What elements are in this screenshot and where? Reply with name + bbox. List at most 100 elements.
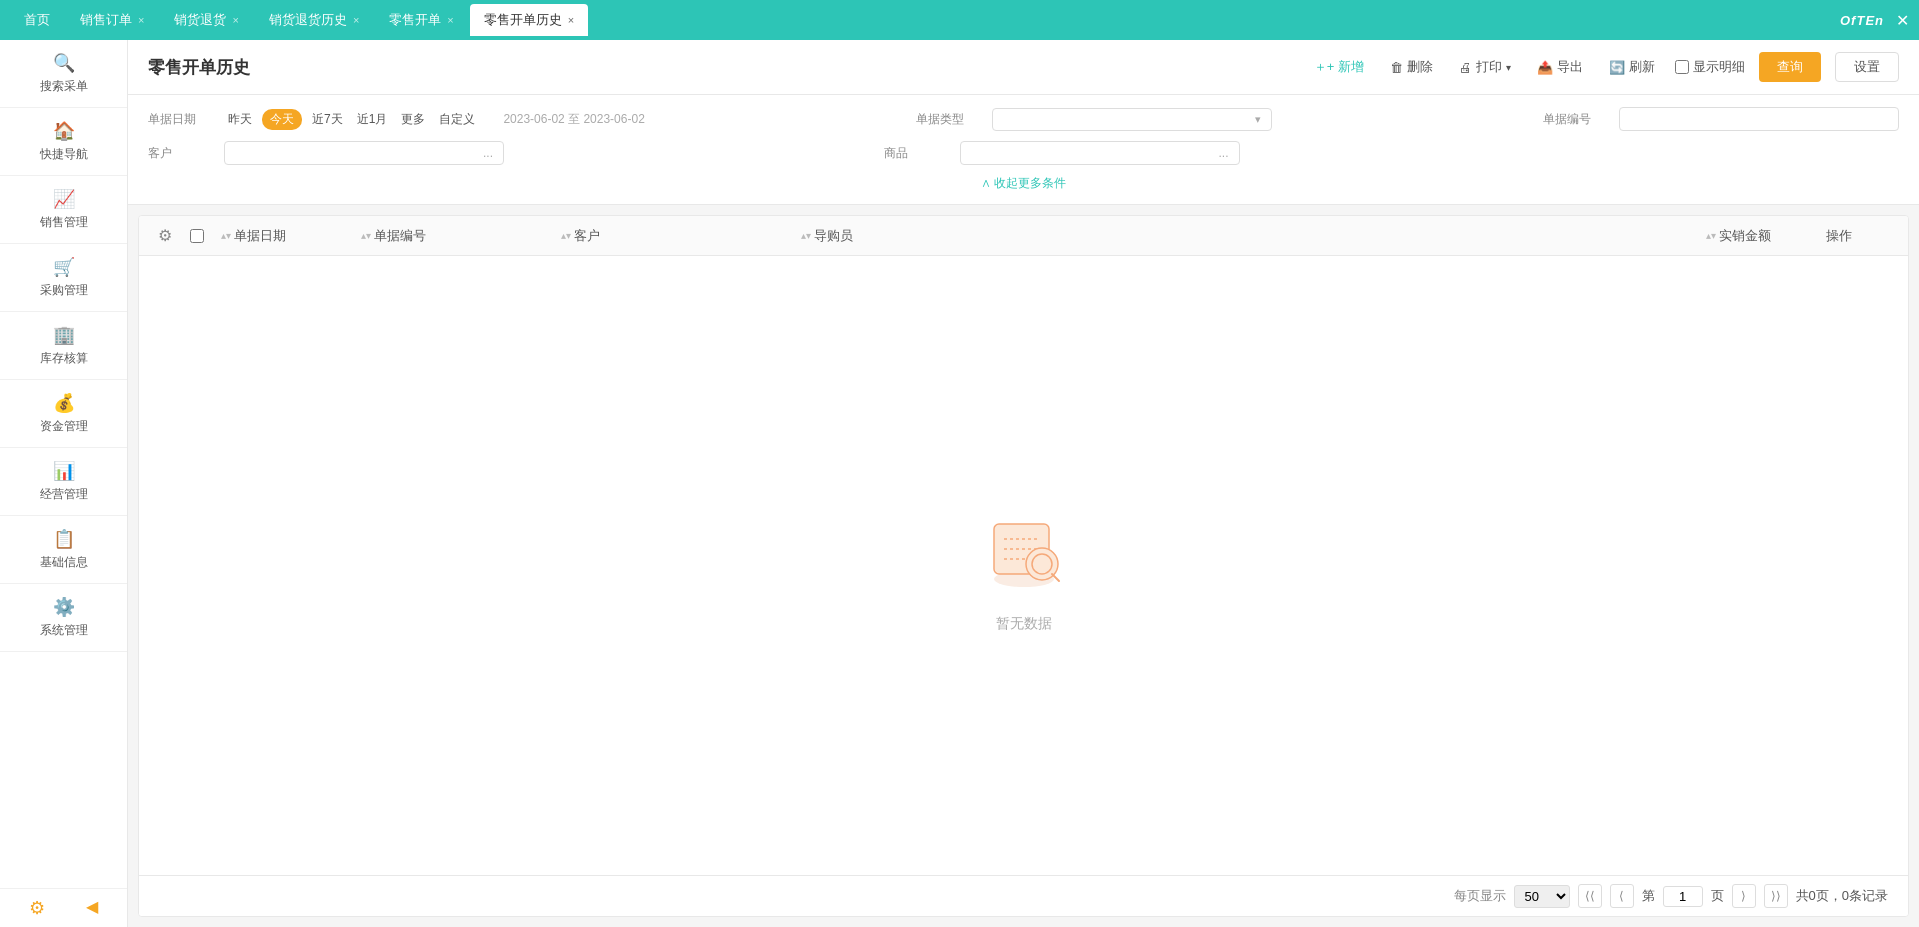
sidebar-label-finance: 资金管理 — [40, 418, 88, 435]
type-select-arrow: ▾ — [1255, 113, 1261, 126]
tab-label-sales-order: 销售订单 — [80, 11, 132, 29]
th-amount: ▴▾ 实销金额 — [1698, 227, 1818, 245]
tab-bar: 首页销售订单 × 销货退货 × 销货退货历史 × 零售开单 × 零售开单历史 × — [10, 4, 1840, 36]
date-shortcut-近1月[interactable]: 近1月 — [353, 109, 392, 130]
settings-icon[interactable]: ⚙ — [29, 897, 45, 919]
sidebar-item-nav[interactable]: 🏠快捷导航 — [0, 108, 127, 176]
page-header: 零售开单历史 ＋ + 新增 🗑 删除 🖨 打印 ▾ 📤 导出 — [128, 40, 1919, 95]
export-button[interactable]: 📤 导出 — [1531, 54, 1589, 80]
sidebar-label-sales: 销售管理 — [40, 214, 88, 231]
tab-close-sales-return[interactable]: × — [232, 14, 238, 26]
date-shortcut-今天[interactable]: 今天 — [262, 109, 302, 130]
goods-select[interactable]: ... — [960, 141, 1240, 165]
goods-ellipsis: ... — [1218, 146, 1228, 160]
sidebar-item-basic[interactable]: 📋基础信息 — [0, 516, 127, 584]
column-settings-icon[interactable]: ⚙ — [149, 226, 181, 245]
sort-arrows-guide[interactable]: ▴▾ — [801, 231, 811, 240]
th-amount-label: 实销金额 — [1719, 227, 1771, 245]
sidebar-item-system[interactable]: ⚙️系统管理 — [0, 584, 127, 652]
query-button[interactable]: 查询 — [1759, 52, 1821, 82]
tab-label-sales-return-history: 销货退货历史 — [269, 11, 347, 29]
sidebar-icon-inventory: 🏢 — [53, 324, 75, 346]
page-label-2: 页 — [1711, 887, 1724, 905]
sidebar-label-purchase: 采购管理 — [40, 282, 88, 299]
top-bar: 首页销售订单 × 销货退货 × 销货退货历史 × 零售开单 × 零售开单历史 × OfTEn ✕ — [0, 0, 1919, 40]
tab-sales-return[interactable]: 销货退货 × — [160, 4, 252, 36]
sidebar-icon-operations: 📊 — [53, 460, 75, 482]
type-label: 单据类型 — [916, 111, 972, 128]
sidebar-item-inventory[interactable]: 🏢库存核算 — [0, 312, 127, 380]
per-page-label: 每页显示 — [1454, 887, 1506, 905]
per-page-select[interactable]: 50 20 100 — [1514, 885, 1570, 908]
customer-label: 客户 — [148, 145, 204, 162]
print-button[interactable]: 🖨 打印 ▾ — [1453, 54, 1517, 80]
sidebar: 🔍搜索采单🏠快捷导航📈销售管理🛒采购管理🏢库存核算💰资金管理📊经营管理📋基础信息… — [0, 40, 128, 927]
select-all-checkbox[interactable] — [190, 229, 204, 243]
content-area: 零售开单历史 ＋ + 新增 🗑 删除 🖨 打印 ▾ 📤 导出 — [128, 40, 1919, 927]
sort-arrows-no[interactable]: ▴▾ — [361, 231, 371, 240]
th-no-label: 单据编号 — [374, 227, 426, 245]
date-shortcut-近7天[interactable]: 近7天 — [308, 109, 347, 130]
tab-label-retail-open: 零售开单 — [389, 11, 441, 29]
show-detail-checkbox[interactable] — [1675, 60, 1689, 74]
tab-label-sales-return: 销货退货 — [174, 11, 226, 29]
setting-button[interactable]: 设置 — [1835, 52, 1899, 82]
add-button[interactable]: ＋ + 新增 — [1308, 54, 1370, 80]
date-shortcut-昨天[interactable]: 昨天 — [224, 109, 256, 130]
date-shortcut-更多[interactable]: 更多 — [397, 109, 429, 130]
collapse-bar[interactable]: ∧ 收起更多条件 — [148, 175, 1899, 192]
sort-arrows-date[interactable]: ▴▾ — [221, 231, 231, 240]
tab-sales-return-history[interactable]: 销货退货历史 × — [255, 4, 373, 36]
sidebar-item-finance[interactable]: 💰资金管理 — [0, 380, 127, 448]
next-page-btn[interactable]: ⟩ — [1732, 884, 1756, 908]
main-layout: 🔍搜索采单🏠快捷导航📈销售管理🛒采购管理🏢库存核算💰资金管理📊经营管理📋基础信息… — [0, 40, 1919, 927]
sidebar-label-search: 搜索采单 — [40, 78, 88, 95]
sidebar-icon-system: ⚙️ — [53, 596, 75, 618]
collapse-icon[interactable]: ◀ — [86, 897, 98, 919]
customer-ellipsis: ... — [483, 146, 493, 160]
total-text: 共0页，0条记录 — [1796, 887, 1888, 905]
customer-select[interactable]: ... — [224, 141, 504, 165]
page-label: 第 — [1642, 887, 1655, 905]
tab-close-retail-open-history[interactable]: × — [568, 14, 574, 26]
pagination: 每页显示 50 20 100 ⟨⟨ ⟨ 第 页 ⟩ ⟩⟩ 共0页，0条记录 — [139, 875, 1908, 916]
refresh-button[interactable]: 🔄 刷新 — [1603, 54, 1661, 80]
filter-row-1: 单据日期 昨天今天近7天近1月更多自定义 2023-06-02 至 2023-0… — [148, 107, 1899, 131]
sidebar-item-operations[interactable]: 📊经营管理 — [0, 448, 127, 516]
sidebar-item-sales[interactable]: 📈销售管理 — [0, 176, 127, 244]
empty-text: 暂无数据 — [996, 615, 1052, 633]
first-page-btn[interactable]: ⟨⟨ — [1578, 884, 1602, 908]
filter-area: 单据日期 昨天今天近7天近1月更多自定义 2023-06-02 至 2023-0… — [128, 95, 1919, 205]
tab-home[interactable]: 首页 — [10, 4, 64, 36]
page-input[interactable] — [1663, 886, 1703, 907]
th-guide-label: 导购员 — [814, 227, 853, 245]
th-no: ▴▾ 单据编号 — [353, 227, 553, 245]
type-select[interactable]: ▾ — [992, 108, 1272, 131]
last-page-btn[interactable]: ⟩⟩ — [1764, 884, 1788, 908]
no-input[interactable] — [1619, 107, 1899, 131]
top-bar-right: OfTEn ✕ — [1840, 11, 1909, 30]
delete-button[interactable]: 🗑 删除 — [1384, 54, 1439, 80]
sidebar-label-basic: 基础信息 — [40, 554, 88, 571]
delete-icon: 🗑 — [1390, 60, 1403, 75]
close-window-btn[interactable]: ✕ — [1896, 11, 1909, 30]
tab-retail-open-history[interactable]: 零售开单历史 × — [470, 4, 588, 36]
tab-close-sales-return-history[interactable]: × — [353, 14, 359, 26]
sort-arrows-amount[interactable]: ▴▾ — [1706, 231, 1716, 240]
tab-close-sales-order[interactable]: × — [138, 14, 144, 26]
table-header: ⚙ ▴▾ 单据日期 ▴▾ 单据编号 ▴▾ 客户 ▴▾ 导 — [139, 216, 1908, 256]
tab-label-retail-open-history: 零售开单历史 — [484, 11, 562, 29]
tab-retail-open[interactable]: 零售开单 × — [375, 4, 467, 36]
date-shortcut-自定义[interactable]: 自定义 — [435, 109, 479, 130]
tab-sales-order[interactable]: 销售订单 × — [66, 4, 158, 36]
table-area: ⚙ ▴▾ 单据日期 ▴▾ 单据编号 ▴▾ 客户 ▴▾ 导 — [138, 215, 1909, 917]
prev-page-btn[interactable]: ⟨ — [1610, 884, 1634, 908]
sort-arrows-customer[interactable]: ▴▾ — [561, 231, 571, 240]
sidebar-item-purchase[interactable]: 🛒采购管理 — [0, 244, 127, 312]
tab-close-retail-open[interactable]: × — [447, 14, 453, 26]
th-date: ▴▾ 单据日期 — [213, 227, 353, 245]
empty-icon — [974, 499, 1074, 599]
sidebar-item-search[interactable]: 🔍搜索采单 — [0, 40, 127, 108]
sidebar-label-nav: 快捷导航 — [40, 146, 88, 163]
no-label: 单据编号 — [1543, 111, 1599, 128]
